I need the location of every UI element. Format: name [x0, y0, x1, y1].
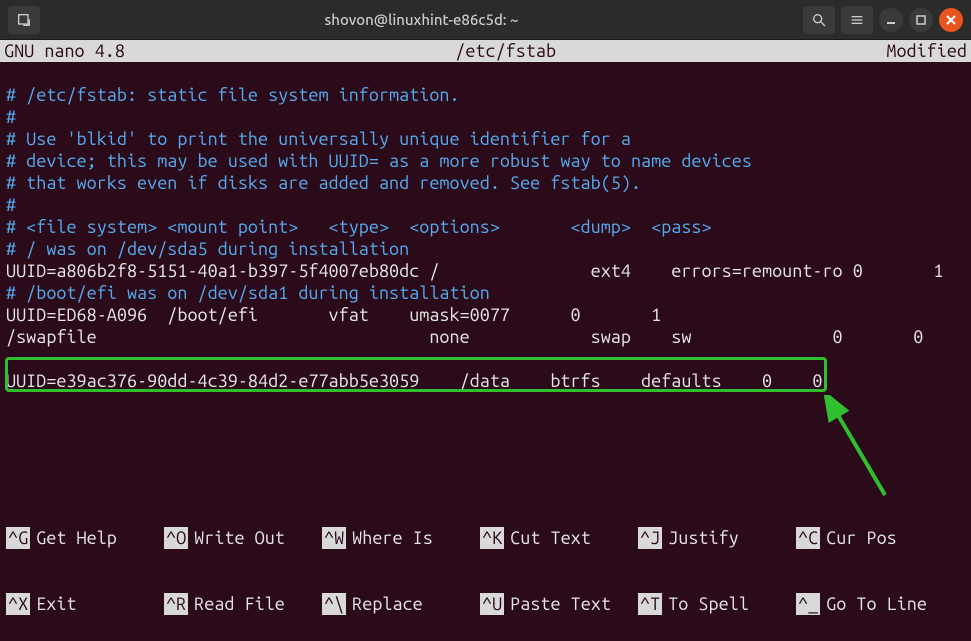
search-button[interactable]: [803, 6, 835, 34]
editor-area[interactable]: GNU nano 4.8 /etc/fstab Modified # /etc/…: [0, 40, 971, 414]
content-line: #: [6, 195, 16, 215]
shortcut-replace: ^\Replace: [322, 593, 480, 615]
window-titlebar: shovon@linuxhint-e86c5d: ~: [0, 0, 971, 40]
shortcut-paste-text: ^UPaste Text: [480, 593, 638, 615]
modified-indicator: Modified: [866, 40, 967, 62]
shortcut-justify: ^JJustify: [638, 527, 796, 549]
content-line: # Use 'blkid' to print the universally u…: [6, 129, 631, 149]
content-line: UUID=a806b2f8-5151-40a1-b397-5f4007eb80d…: [6, 261, 943, 281]
file-content[interactable]: # /etc/fstab: static file system informa…: [0, 62, 971, 414]
content-line: /swapfile none swap sw 0 0: [6, 327, 923, 347]
menu-button[interactable]: [841, 6, 873, 34]
shortcut-where-is: ^WWhere Is: [322, 527, 480, 549]
shortcut-row: ^XExit ^RRead File ^\Replace ^UPaste Tex…: [6, 593, 965, 615]
content-line: # /boot/efi was on /dev/sda1 during inst…: [6, 283, 490, 303]
maximize-button[interactable]: [909, 8, 933, 32]
shortcut-to-spell: ^TTo Spell: [638, 593, 796, 615]
shortcut-go-to-line: ^_Go To Line: [796, 593, 954, 615]
content-line: UUID=e39ac376-90dd-4c39-84d2-e77abb5e305…: [6, 371, 822, 391]
shortcut-cut-text: ^KCut Text: [480, 527, 638, 549]
file-path: /etc/fstab: [145, 40, 866, 62]
shortcut-cur-pos: ^CCur Pos: [796, 527, 954, 549]
content-line: # that works even if disks are added and…: [6, 173, 641, 193]
nano-shortcuts: ^GGet Help ^OWrite Out ^WWhere Is ^KCut …: [0, 483, 971, 641]
shortcut-row: ^GGet Help ^OWrite Out ^WWhere Is ^KCut …: [6, 527, 965, 549]
content-line: UUID=ED68-A096 /boot/efi vfat umask=0077…: [6, 305, 661, 325]
content-line: # device; this may be used with UUID= as…: [6, 151, 752, 171]
minimize-button[interactable]: [879, 8, 903, 32]
content-line: # /etc/fstab: static file system informa…: [6, 85, 460, 105]
shortcut-read-file: ^RRead File: [164, 593, 322, 615]
content-line: #: [6, 107, 16, 127]
shortcut-exit: ^XExit: [6, 593, 164, 615]
new-tab-button[interactable]: [8, 6, 40, 34]
shortcut-write-out: ^OWrite Out: [164, 527, 322, 549]
content-line: # <file system> <mount point> <type> <op…: [6, 217, 712, 237]
shortcut-get-help: ^GGet Help: [6, 527, 164, 549]
close-button[interactable]: [939, 8, 963, 32]
nano-statusbar: GNU nano 4.8 /etc/fstab Modified: [0, 40, 971, 62]
editor-name: GNU nano 4.8: [4, 40, 145, 62]
window-title: shovon@linuxhint-e86c5d: ~: [48, 11, 795, 28]
content-line: # / was on /dev/sda5 during installation: [6, 239, 409, 259]
